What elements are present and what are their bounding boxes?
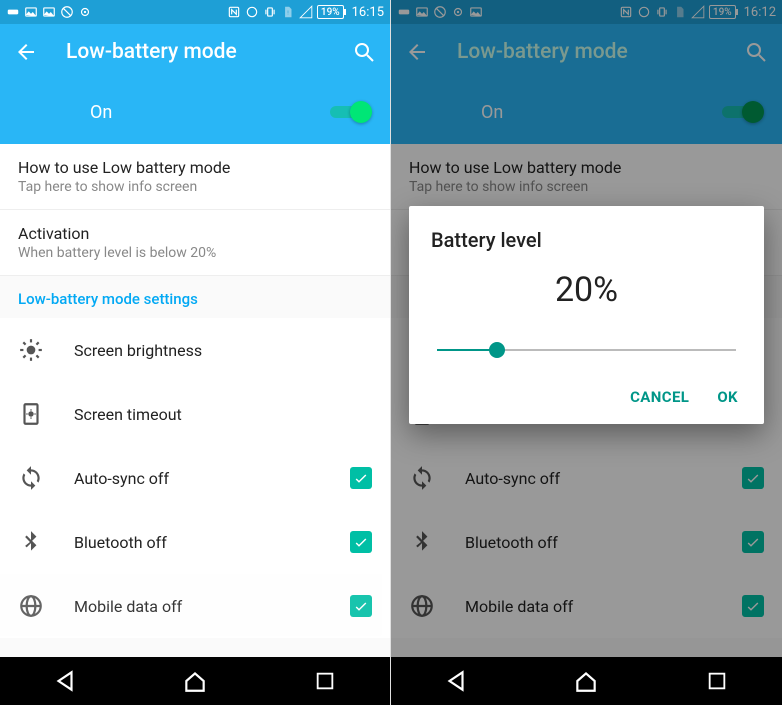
phone-right: 19% 16:12 Low-battery mode On How to use…	[391, 0, 782, 705]
status-clock: 16:12	[744, 5, 776, 20]
back-icon[interactable]	[405, 40, 429, 64]
image-icon-2	[469, 5, 483, 19]
sync-icon	[637, 5, 651, 19]
setting-autosync[interactable]: Auto-sync off	[0, 446, 390, 510]
nav-back-icon[interactable]	[442, 667, 470, 695]
search-icon[interactable]	[352, 40, 376, 64]
sync-icon	[18, 465, 44, 491]
block-icon	[433, 5, 447, 19]
checkbox-checked[interactable]	[350, 467, 372, 489]
vibrate-icon	[655, 5, 669, 19]
slider-thumb[interactable]	[489, 342, 505, 358]
signal-icon	[299, 5, 313, 19]
setting-label: Bluetooth off	[465, 533, 742, 552]
globe-icon	[18, 593, 44, 619]
more-icon	[397, 5, 411, 19]
content-area: How to use Low battery mode Tap here to …	[0, 144, 390, 657]
image-icon-2	[42, 5, 56, 19]
setting-label: Screen timeout	[74, 405, 372, 424]
sim-icon: !	[281, 5, 295, 19]
cloud-icon	[78, 5, 92, 19]
status-bar: ! 19% 16:15	[0, 0, 390, 24]
setting-mobiledata[interactable]: Mobile data off	[0, 574, 390, 638]
timeout-icon	[18, 401, 44, 427]
battery-level-dialog: Battery level 20% CANCEL OK	[409, 206, 764, 424]
globe-icon	[409, 593, 435, 619]
setting-label: Screen brightness	[74, 341, 372, 360]
setting-bluetooth[interactable]: Bluetooth off	[0, 510, 390, 574]
signal-icon	[691, 5, 705, 19]
sync-icon	[409, 465, 435, 491]
watermark: sdaelectric.com	[702, 693, 774, 703]
activation-title: Activation	[18, 224, 372, 243]
setting-timeout[interactable]: Screen timeout	[0, 382, 390, 446]
app-bar: Low-battery mode	[391, 24, 782, 80]
page-title: Low-battery mode	[457, 40, 744, 64]
page-title: Low-battery mode	[66, 40, 352, 64]
nav-back-icon[interactable]	[51, 667, 79, 695]
activation-row[interactable]: Activation When battery level is below 2…	[0, 210, 390, 276]
app-bar: Low-battery mode	[0, 24, 390, 80]
checkbox-checked[interactable]	[742, 595, 764, 617]
sim-icon	[673, 5, 687, 19]
master-toggle-label: On	[481, 102, 722, 123]
battery-icon: 19%	[317, 5, 344, 19]
block-icon	[60, 5, 74, 19]
master-toggle-label: On	[90, 102, 330, 123]
nav-home-icon[interactable]	[572, 667, 600, 695]
image-icon	[24, 5, 38, 19]
slider-fill	[437, 349, 497, 351]
checkbox-checked[interactable]	[350, 595, 372, 617]
how-to-title: How to use Low battery mode	[18, 158, 372, 177]
master-toggle-switch[interactable]	[722, 102, 762, 122]
checkbox-checked[interactable]	[742, 467, 764, 489]
nfc-icon	[619, 5, 633, 19]
status-bar: 19% 16:12	[391, 0, 782, 24]
activation-subtitle: When battery level is below 20%	[18, 245, 372, 261]
search-icon[interactable]	[744, 40, 768, 64]
battery-icon: 19%	[709, 5, 736, 19]
sync-icon	[245, 5, 259, 19]
phone-left: ! 19% 16:15 Low-battery mode On How to u…	[0, 0, 391, 705]
master-toggle-switch[interactable]	[330, 102, 370, 122]
setting-label: Mobile data off	[465, 597, 742, 616]
how-to-title: How to use Low battery mode	[409, 158, 764, 177]
vibrate-icon	[263, 5, 277, 19]
ok-button[interactable]: OK	[717, 388, 738, 406]
nfc-icon	[227, 5, 241, 19]
setting-label: Auto-sync off	[465, 469, 742, 488]
setting-autosync[interactable]: Auto-sync off	[391, 446, 782, 510]
back-icon[interactable]	[14, 40, 38, 64]
how-to-row[interactable]: How to use Low battery mode Tap here to …	[0, 144, 390, 210]
how-to-row[interactable]: How to use Low battery mode Tap here to …	[391, 144, 782, 210]
dialog-title: Battery level	[431, 228, 742, 252]
checkbox-checked[interactable]	[350, 531, 372, 553]
battery-level-slider[interactable]	[437, 338, 736, 362]
brightness-icon	[18, 337, 44, 363]
master-toggle-row[interactable]: On	[391, 80, 782, 144]
how-to-subtitle: Tap here to show info screen	[409, 179, 764, 195]
setting-mobiledata[interactable]: Mobile data off	[391, 574, 782, 638]
checkbox-checked[interactable]	[742, 531, 764, 553]
nav-home-icon[interactable]	[181, 667, 209, 695]
more-icon	[6, 5, 20, 19]
setting-label: Mobile data off	[74, 597, 350, 616]
status-clock: 16:15	[352, 5, 384, 20]
setting-label: Bluetooth off	[74, 533, 350, 552]
setting-bluetooth[interactable]: Bluetooth off	[391, 510, 782, 574]
image-icon	[415, 5, 429, 19]
section-header: Low-battery mode settings	[0, 276, 390, 318]
setting-label: Auto-sync off	[74, 469, 350, 488]
nav-recent-icon[interactable]	[703, 667, 731, 695]
setting-brightness[interactable]: Screen brightness	[0, 318, 390, 382]
how-to-subtitle: Tap here to show info screen	[18, 179, 372, 195]
cancel-button[interactable]: CANCEL	[630, 388, 689, 406]
bluetooth-icon	[18, 529, 44, 555]
master-toggle-row[interactable]: On	[0, 80, 390, 144]
dialog-value: 20%	[431, 270, 742, 310]
nav-bar	[0, 657, 390, 705]
bluetooth-icon	[409, 529, 435, 555]
nav-recent-icon[interactable]	[311, 667, 339, 695]
cloud-icon	[451, 5, 465, 19]
